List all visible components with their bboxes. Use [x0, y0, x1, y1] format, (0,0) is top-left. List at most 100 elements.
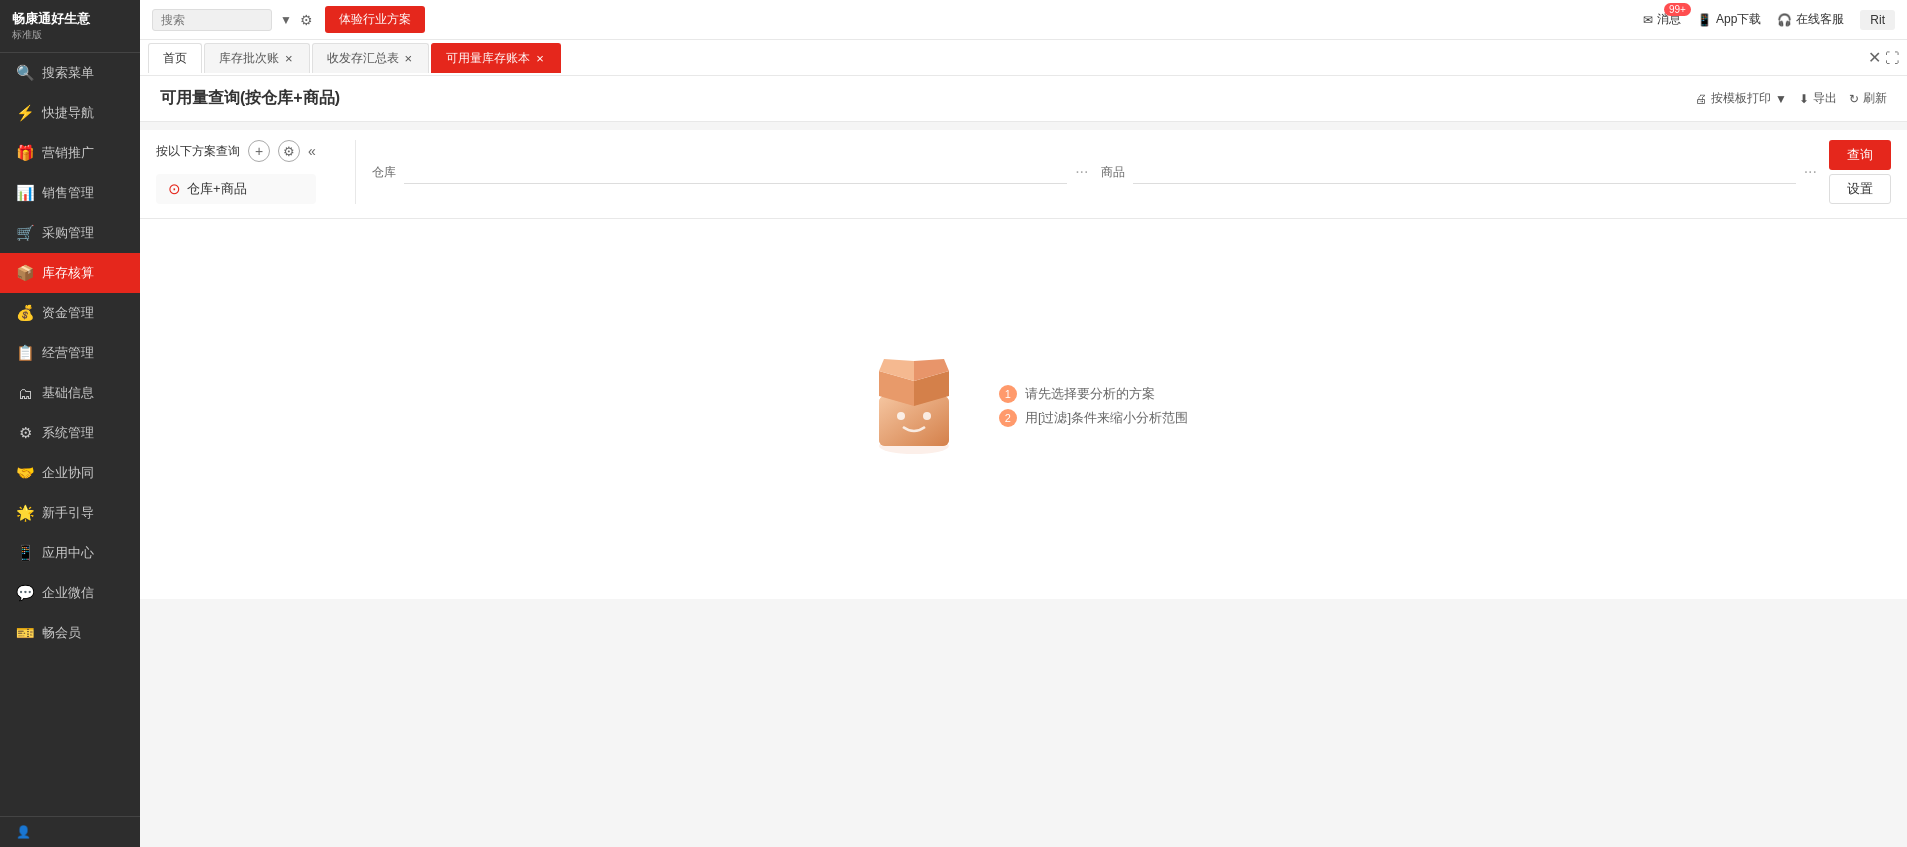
enterprise-icon: 🤝	[16, 464, 34, 482]
topbar: ▼ ⚙ 体验行业方案 ✉ 消息 99+ 📱 App下载 🎧 在线客服 Rit	[140, 0, 1907, 40]
sidebar: 畅康通好生意 标准版 🔍 搜索菜单 ⚡ 快捷导航 🎁 营销推广 📊 销售管理 🛒…	[0, 0, 140, 847]
sidebar-item-operations[interactable]: 📋 经营管理	[0, 333, 140, 373]
tab-available-close[interactable]: ×	[534, 51, 546, 66]
product-input[interactable]	[1133, 161, 1796, 184]
print-button[interactable]: 🖨 按模板打印 ▼	[1695, 90, 1787, 107]
sidebar-item-system[interactable]: ⚙ 系统管理	[0, 413, 140, 453]
query-label: 按以下方案查询	[156, 143, 240, 160]
sidebar-item-basic[interactable]: 🗂 基础信息	[0, 373, 140, 413]
sidebar-item-inventory[interactable]: 📦 库存核算	[0, 253, 140, 293]
sidebar-item-label: 新手引导	[42, 504, 94, 522]
tab-available[interactable]: 可用量库存账本 ×	[431, 43, 561, 73]
export-button[interactable]: ⬇ 导出	[1799, 90, 1837, 107]
close-tab-button[interactable]: ✕	[1868, 48, 1881, 67]
scheme-label: 仓库+商品	[187, 180, 247, 198]
warehouse-more-icon[interactable]: ···	[1075, 163, 1088, 181]
tab-summary-label: 收发存汇总表	[327, 50, 399, 67]
tabsbar-right: ✕ ⛶	[1868, 48, 1907, 67]
empty-hints: 1 请先选择要分析的方案 2 用[过滤]条件来缩小分析范围	[999, 385, 1188, 433]
sales-icon: 📊	[16, 184, 34, 202]
headset-icon: 🎧	[1777, 13, 1792, 27]
settings-button[interactable]: 设置	[1829, 174, 1891, 204]
sidebar-item-label: 系统管理	[42, 424, 94, 442]
sidebar-item-label: 搜索菜单	[42, 64, 94, 82]
newbie-icon: 🌟	[16, 504, 34, 522]
gear-icon[interactable]: ⚙	[300, 12, 313, 28]
warehouse-label: 仓库	[372, 164, 396, 181]
refresh-button[interactable]: ↻ 刷新	[1849, 90, 1887, 107]
query-button[interactable]: 查询	[1829, 140, 1891, 170]
tab-batch[interactable]: 库存批次账 ×	[204, 43, 310, 73]
sidebar-item-label: 基础信息	[42, 384, 94, 402]
service-label: 在线客服	[1796, 11, 1844, 28]
tab-batch-close[interactable]: ×	[283, 51, 295, 66]
filter-action-buttons: 查询 设置	[1829, 140, 1891, 204]
tab-summary-close[interactable]: ×	[403, 51, 415, 66]
dropdown-arrow-icon[interactable]: ▼	[280, 13, 292, 27]
system-icon: ⚙	[16, 424, 34, 442]
purchase-icon: 🛒	[16, 224, 34, 242]
user-label: Rit	[1870, 13, 1885, 27]
tab-home-label: 首页	[163, 50, 187, 67]
sidebar-item-shortcut[interactable]: ⚡ 快捷导航	[0, 93, 140, 133]
empty-illustration	[859, 351, 959, 451]
message-button[interactable]: ✉ 消息 99+	[1643, 11, 1681, 28]
sidebar-item-wechat[interactable]: 💬 企业微信	[0, 573, 140, 613]
expand-button[interactable]: ⛶	[1885, 50, 1899, 66]
empty-hint-1: 1 请先选择要分析的方案	[999, 385, 1188, 403]
export-icon: ⬇	[1799, 92, 1809, 106]
product-label: 商品	[1101, 164, 1125, 181]
customer-service-button[interactable]: 🎧 在线客服	[1777, 11, 1844, 28]
sidebar-item-label: 营销推广	[42, 144, 94, 162]
page-title: 可用量查询(按仓库+商品)	[160, 88, 340, 109]
sidebar-item-member[interactable]: 🎫 畅会员	[0, 613, 140, 653]
sidebar-item-apps[interactable]: 📱 应用中心	[0, 533, 140, 573]
print-dropdown-icon: ▼	[1775, 92, 1787, 106]
sidebar-item-label: 企业微信	[42, 584, 94, 602]
sidebar-item-finance[interactable]: 💰 资金管理	[0, 293, 140, 333]
sidebar-bottom-user[interactable]: 👤	[0, 816, 140, 847]
tab-available-label: 可用量库存账本	[446, 50, 530, 67]
add-scheme-button[interactable]: +	[248, 140, 270, 162]
empty-content: 1 请先选择要分析的方案 2 用[过滤]条件来缩小分析范围	[859, 351, 1188, 467]
warehouse-input[interactable]	[404, 161, 1067, 184]
sidebar-item-search[interactable]: 🔍 搜索菜单	[0, 53, 140, 93]
sidebar-item-label: 快捷导航	[42, 104, 94, 122]
sidebar-item-label: 应用中心	[42, 544, 94, 562]
sidebar-item-label: 库存核算	[42, 264, 94, 282]
product-more-icon[interactable]: ···	[1804, 163, 1817, 181]
refresh-icon: ↻	[1849, 92, 1859, 106]
sidebar-item-purchase[interactable]: 🛒 采购管理	[0, 213, 140, 253]
sidebar-item-label: 畅会员	[42, 624, 81, 642]
sidebar-item-label: 经营管理	[42, 344, 94, 362]
hint-num-2: 2	[999, 409, 1017, 427]
sidebar-item-sales[interactable]: 📊 销售管理	[0, 173, 140, 213]
search-input[interactable]	[152, 9, 272, 31]
search-icon: 🔍	[16, 64, 34, 82]
tabs-bar: 首页 库存批次账 × 收发存汇总表 × 可用量库存账本 × ✕ ⛶	[140, 40, 1907, 76]
sidebar-item-label: 企业协同	[42, 464, 94, 482]
basic-icon: 🗂	[16, 385, 34, 402]
hint-text-2: 用[过滤]条件来缩小分析范围	[1025, 409, 1188, 427]
print-label: 按模板打印	[1711, 90, 1771, 107]
sidebar-item-newbie[interactable]: 🌟 新手引导	[0, 493, 140, 533]
finance-icon: 💰	[16, 304, 34, 322]
app-label: App下载	[1716, 11, 1761, 28]
message-badge: 99+	[1664, 3, 1691, 16]
collapse-icon[interactable]: «	[308, 143, 316, 159]
empty-state: 1 请先选择要分析的方案 2 用[过滤]条件来缩小分析范围	[140, 219, 1907, 599]
scheme-settings-button[interactable]: ⚙	[278, 140, 300, 162]
wechat-icon: 💬	[16, 584, 34, 602]
member-icon: 🎫	[16, 624, 34, 642]
tab-summary[interactable]: 收发存汇总表 ×	[312, 43, 430, 73]
sidebar-item-enterprise[interactable]: 🤝 企业协同	[0, 453, 140, 493]
trial-button[interactable]: 体验行业方案	[325, 6, 425, 33]
apps-icon: 📱	[16, 544, 34, 562]
user-menu[interactable]: Rit	[1860, 10, 1895, 30]
app-download-button[interactable]: 📱 App下载	[1697, 11, 1761, 28]
scheme-item-warehouse-product[interactable]: ⊙ 仓库+商品	[156, 174, 316, 204]
tab-home[interactable]: 首页	[148, 43, 202, 73]
sidebar-item-marketing[interactable]: 🎁 营销推广	[0, 133, 140, 173]
tab-batch-label: 库存批次账	[219, 50, 279, 67]
logo-sub: 标准版	[12, 28, 128, 42]
